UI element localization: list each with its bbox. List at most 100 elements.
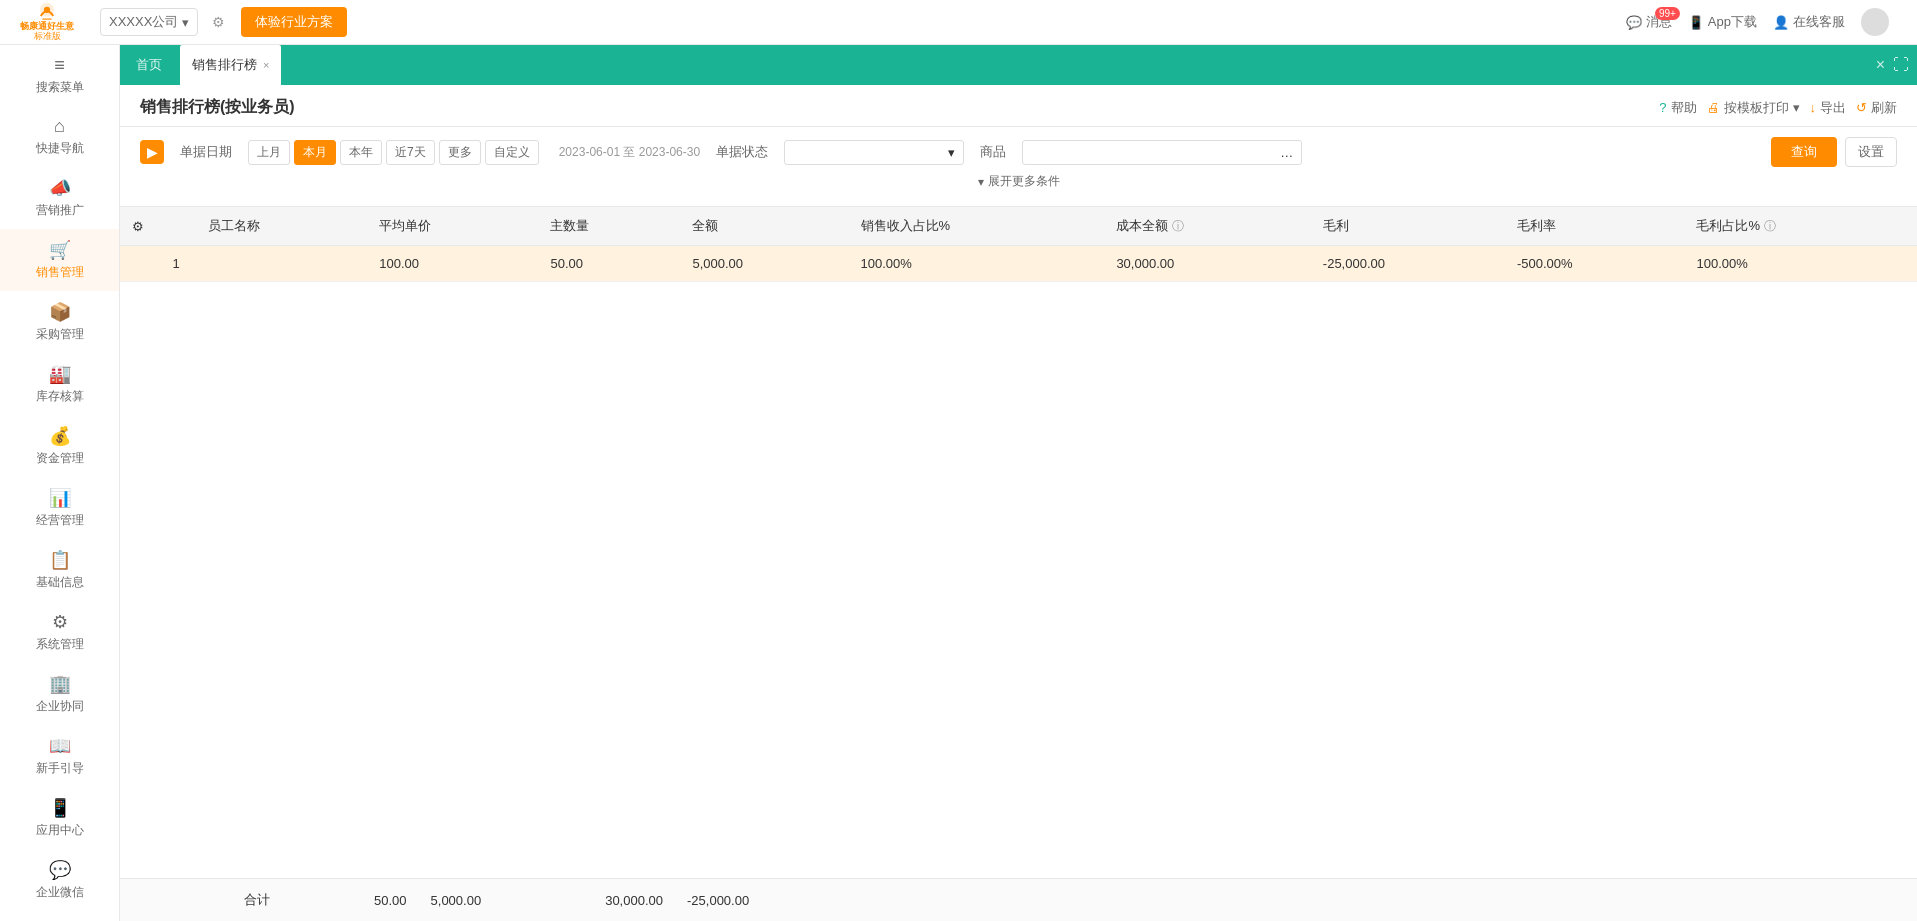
export-icon: ↓ [1810,100,1817,115]
export-button[interactable]: ↓ 导出 [1810,99,1847,117]
basic-icon: 📋 [49,549,71,571]
sidebar-item-member[interactable]: V 畅会员 [0,911,119,921]
svg-point-1 [44,7,50,13]
td-name [196,246,367,282]
td-profit-pct: 100.00% [1684,246,1917,282]
sidebar-item-label-system: 系统管理 [36,636,84,653]
data-table: ⚙ 员工名称 平均单价 主数量 全额 销售收入占比% 成本全额 ⓘ [120,207,1917,282]
expand-more-button[interactable]: ▾ 展开更多条件 [140,167,1897,196]
date-btn-custom[interactable]: 自定义 [485,140,539,165]
help-button[interactable]: ? 帮助 [1659,99,1696,117]
date-btn-7days[interactable]: 近7天 [386,140,435,165]
table-header-row: ⚙ 员工名称 平均单价 主数量 全额 销售收入占比% 成本全额 ⓘ [120,207,1917,246]
th-name: 员工名称 [196,207,367,246]
footer-cost-amount: 30,000.00 [593,889,675,912]
date-btn-last-month[interactable]: 上月 [248,140,290,165]
print-button[interactable]: 🖨 按模板打印 ▾ [1707,99,1800,117]
table-body: 1 100.00 50.00 5,000.00 100.00% 30,000.0… [120,246,1917,282]
system-icon: ⚙ [52,611,68,633]
sidebar-item-label-finance: 资金管理 [36,450,84,467]
page-actions: ? 帮助 🖨 按模板打印 ▾ ↓ 导出 ↺ [1659,99,1897,117]
top-bar: 畅康通好生意 标准版 XXXXX公司 ▾ ⚙ 体验行业方案 💬 消息 99+ 📱… [0,0,1917,45]
sidebar-item-label-quicknav: 快捷导航 [36,140,84,157]
footer-row: 合计 50.00 5,000.00 30,000.00 -25,000.00 [132,887,1905,913]
app-download-button[interactable]: 📱 App下载 [1688,13,1757,31]
online-service-button[interactable]: 👤 在线客服 [1773,13,1845,31]
avatar[interactable] [1861,8,1889,36]
export-label: 导出 [1820,99,1846,117]
sidebar-item-purchase[interactable]: 📦 采购管理 [0,291,119,353]
expand-more-label: 展开更多条件 [988,173,1060,190]
td-sales-pct: 100.00% [849,246,1105,282]
goods-more-btn[interactable]: … [1280,145,1293,160]
th-sales-pct: 销售收入占比% [849,207,1105,246]
td-profit: -25,000.00 [1311,246,1505,282]
settings-button[interactable]: 设置 [1845,137,1897,167]
status-select[interactable]: ▾ [784,140,964,165]
sidebar-item-management[interactable]: 📊 经营管理 [0,477,119,539]
date-btn-this-year[interactable]: 本年 [340,140,382,165]
goods-label: 商品 [980,143,1006,161]
td-settings [120,246,156,282]
brand-icon [31,2,63,22]
sidebar-item-apps[interactable]: 📱 应用中心 [0,787,119,849]
apps-icon: 📱 [49,797,71,819]
th-settings-icon: ⚙ [132,219,144,234]
print-chevron-icon: ▾ [1793,100,1800,115]
th-qty: 主数量 [538,207,680,246]
help-label: 帮助 [1671,99,1697,117]
help-icon: ? [1659,100,1666,115]
sidebar-item-quicknav[interactable]: ⌂ 快捷导航 [0,106,119,167]
sidebar-item-sales[interactable]: 🛒 销售管理 [0,229,119,291]
query-button[interactable]: 查询 [1771,137,1837,167]
search-menu-icon: ≡ [54,55,65,76]
sidebar-item-label-marketing: 营销推广 [36,202,84,219]
date-label: 单据日期 [180,143,232,161]
table-head: ⚙ 员工名称 平均单价 主数量 全额 销售收入占比% 成本全额 ⓘ [120,207,1917,246]
wechat-icon: 💬 [49,859,71,881]
sidebar-item-wechat[interactable]: 💬 企业微信 [0,849,119,911]
main-area: ≡ 搜索菜单 ⌂ 快捷导航 📣 营销推广 🛒 销售管理 📦 采购管理 🏭 库 [0,45,1917,921]
tab-home[interactable]: 首页 [120,45,178,85]
gear-icon[interactable]: ⚙ [212,14,225,30]
table-row: 1 100.00 50.00 5,000.00 100.00% 30,000.0… [120,246,1917,282]
date-btn-this-month[interactable]: 本月 [294,140,336,165]
status-label: 单据状态 [716,143,768,161]
th-profit-rate: 毛利率 [1505,207,1684,246]
sidebar-item-enterprise[interactable]: 🏢 企业协同 [0,663,119,725]
tab-bar-close-button[interactable]: × [1876,56,1885,74]
th-profit: 毛利 [1311,207,1505,246]
finance-icon: 💰 [49,425,71,447]
sidebar-item-marketing[interactable]: 📣 营销推广 [0,167,119,229]
cost-info-icon[interactable]: ⓘ [1172,219,1184,233]
chevron-down-icon: ▾ [182,15,189,30]
goods-input[interactable]: … [1022,140,1302,165]
trial-button[interactable]: 体验行业方案 [241,7,347,37]
sidebar-item-search[interactable]: ≡ 搜索菜单 [0,45,119,106]
refresh-button[interactable]: ↺ 刷新 [1856,99,1897,117]
service-icon: 👤 [1773,15,1789,30]
tab-sales-ranking[interactable]: 销售排行榜 × [180,45,281,85]
sidebar-item-finance[interactable]: 💰 资金管理 [0,415,119,477]
date-btn-more[interactable]: 更多 [439,140,481,165]
tab-bar-expand-button[interactable]: ⛶ [1893,56,1909,74]
sidebar-item-inventory[interactable]: 🏭 库存核算 [0,353,119,415]
message-button[interactable]: 💬 消息 99+ [1626,13,1672,31]
company-selector[interactable]: XXXXX公司 ▾ [100,8,198,36]
td-rank: 1 [156,246,196,282]
sidebar-item-system[interactable]: ⚙ 系统管理 [0,601,119,663]
sidebar-item-label-apps: 应用中心 [36,822,84,839]
th-avg-price: 平均单价 [367,207,538,246]
brand-line2: 标准版 [34,32,61,42]
sidebar-item-label-search: 搜索菜单 [36,79,84,96]
sidebar-item-basic[interactable]: 📋 基础信息 [0,539,119,601]
th-settings[interactable]: ⚙ [120,207,156,246]
sidebar-item-guide[interactable]: 📖 新手引导 [0,725,119,787]
profit-pct-info-icon[interactable]: ⓘ [1764,219,1776,233]
filter-arrow-button[interactable]: ▶ [140,140,164,164]
sidebar: ≡ 搜索菜单 ⌂ 快捷导航 📣 营销推广 🛒 销售管理 📦 采购管理 🏭 库 [0,45,120,921]
inventory-icon: 🏭 [49,363,71,385]
home-icon: ⌂ [54,116,65,137]
guide-icon: 📖 [49,735,71,757]
tab-close-button[interactable]: × [263,59,269,71]
